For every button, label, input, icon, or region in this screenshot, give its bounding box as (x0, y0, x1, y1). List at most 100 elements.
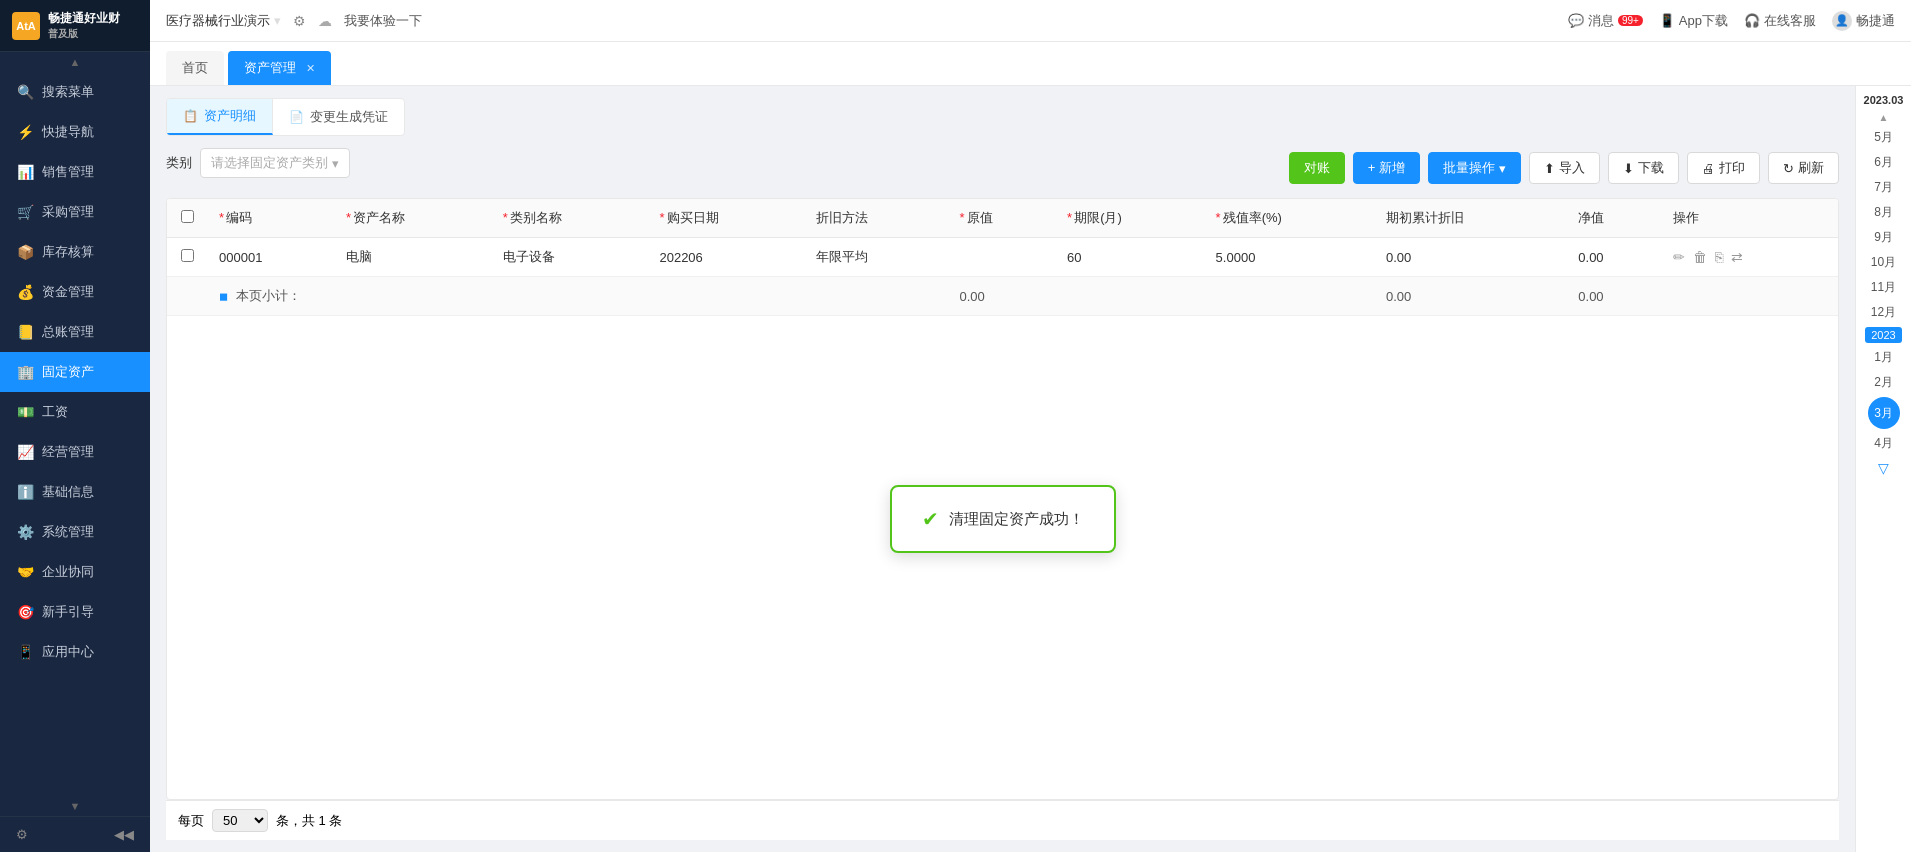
sidebar-item-search[interactable]: 🔍 搜索菜单 (0, 72, 150, 112)
reconcile-button[interactable]: 对账 (1289, 152, 1345, 184)
cal-month-11[interactable]: 11月 (1856, 275, 1911, 300)
table-row: 000001 电脑 电子设备 202206 年限平均 60 5.0000 0.0… (167, 238, 1838, 277)
cal-month-4[interactable]: 4月 (1856, 431, 1911, 456)
sidebar-header: AtA 畅捷通好业财 普及版 (0, 0, 150, 52)
basicinfo-icon: ℹ️ (16, 484, 34, 500)
subtotal-label: 本页小计： (236, 288, 301, 303)
salary-icon: 💵 (16, 404, 34, 420)
filter-dropdown-icon: ▾ (332, 156, 339, 171)
cell-original-value (947, 238, 1055, 277)
cal-month-3-active[interactable]: 3月 (1868, 397, 1900, 429)
sidebar-item-appcenter[interactable]: 📱 应用中心 (0, 632, 150, 672)
app-title: 畅捷通好业财 (48, 10, 120, 27)
cal-month-8[interactable]: 8月 (1856, 200, 1911, 225)
col-actions: 操作 (1661, 199, 1838, 238)
add-button[interactable]: + 新增 (1353, 152, 1420, 184)
sidebar-scroll-up[interactable]: ▲ (0, 52, 150, 72)
search-icon: 🔍 (16, 84, 34, 100)
toast-check-icon: ✔ (922, 507, 939, 531)
tab-close-icon[interactable]: ✕ (306, 62, 315, 74)
import-icon: ⬆ (1544, 161, 1555, 176)
cal-month-12[interactable]: 12月 (1856, 300, 1911, 325)
cal-month-9[interactable]: 9月 (1856, 225, 1911, 250)
cal-month-7[interactable]: 7月 (1856, 175, 1911, 200)
sidebar-item-ledger[interactable]: 📒 总账管理 (0, 312, 150, 352)
sidebar-item-inventory[interactable]: 📦 库存核算 (0, 232, 150, 272)
user-icon: 👤 (1832, 11, 1852, 31)
sidebar-bottom: ⚙ ◀◀ (0, 816, 150, 852)
calendar-up-arrow[interactable]: ▲ (1877, 110, 1891, 125)
row-checkbox[interactable] (181, 249, 194, 262)
delete-button[interactable]: 🗑 (1693, 249, 1707, 265)
print-icon: 🖨 (1702, 161, 1715, 176)
settings-icon[interactable]: ⚙ (16, 827, 28, 842)
sidebar-item-finance[interactable]: 💰 资金管理 (0, 272, 150, 312)
cell-name: 电脑 (334, 238, 491, 277)
cloud-icon: ☁ (318, 13, 332, 29)
system-icon: ⚙️ (16, 524, 34, 540)
tab-home[interactable]: 首页 (166, 51, 224, 85)
sidebar-item-salary[interactable]: 💵 工资 (0, 392, 150, 432)
sidebar-item-basicinfo[interactable]: ℹ️ 基础信息 (0, 472, 150, 512)
more-button[interactable]: ⇄ (1731, 249, 1743, 265)
cal-month-2[interactable]: 2月 (1856, 370, 1911, 395)
cal-month-6[interactable]: 6月 (1856, 150, 1911, 175)
experience-label[interactable]: 我要体验一下 (344, 12, 422, 30)
user-button[interactable]: 👤 畅捷通 (1832, 11, 1895, 31)
download-button[interactable]: ⬇ 下载 (1608, 152, 1679, 184)
sidebar-item-collab[interactable]: 🤝 企业协同 (0, 552, 150, 592)
sidebar-item-purchase[interactable]: 🛒 采购管理 (0, 192, 150, 232)
filter-category-select[interactable]: 请选择固定资产类别 ▾ (200, 148, 350, 178)
cell-category: 电子设备 (491, 238, 648, 277)
cell-code: 000001 (207, 238, 334, 277)
customer-service-button[interactable]: 🎧 在线客服 (1744, 12, 1816, 30)
cal-month-10[interactable]: 10月 (1856, 250, 1911, 275)
cell-residual-rate: 5.0000 (1204, 238, 1374, 277)
content-area: 📋 资产明细 📄 变更生成凭证 类别 请选择固定资产类别 ▾ (150, 86, 1911, 852)
messages-button[interactable]: 💬 消息 99+ (1568, 12, 1643, 30)
sub-tabs: 📋 资产明细 📄 变更生成凭证 (166, 98, 405, 136)
col-depreciation: 折旧方法 (804, 199, 947, 238)
select-all-checkbox[interactable] (181, 210, 194, 223)
success-toast: ✔ 清理固定资产成功！ (890, 485, 1116, 553)
edit-button[interactable]: ✏ (1673, 249, 1685, 265)
calendar-expand-icon[interactable]: ▽ (1874, 456, 1893, 480)
subtotal-row: ◼ 本页小计： 0.00 0.00 0.00 (167, 277, 1838, 316)
collapse-icon[interactable]: ◀◀ (114, 827, 134, 842)
copy-button[interactable]: ⎘ (1715, 249, 1723, 265)
sidebar-item-fixedassets[interactable]: 🏢 固定资产 (0, 352, 150, 392)
settings-gear-icon[interactable]: ⚙ (293, 13, 306, 29)
col-code: *编码 (207, 199, 334, 238)
sidebar-item-system[interactable]: ⚙️ 系统管理 (0, 512, 150, 552)
sidebar-item-guide[interactable]: 🎯 新手引导 (0, 592, 150, 632)
sidebar-item-quicknav[interactable]: ⚡ 快捷导航 (0, 112, 150, 152)
download-icon: 📱 (1659, 13, 1675, 28)
sidebar-scroll-down[interactable]: ▼ (0, 796, 150, 816)
col-period: *期限(月) (1055, 199, 1204, 238)
cell-actions: ✏ 🗑 ⎘ ⇄ (1661, 238, 1838, 277)
sidebar-item-operations[interactable]: 📈 经营管理 (0, 432, 150, 472)
messages-badge: 99+ (1618, 15, 1643, 26)
col-name: *资产名称 (334, 199, 491, 238)
import-button[interactable]: ⬆ 导入 (1529, 152, 1600, 184)
sidebar-item-sales[interactable]: 📊 销售管理 (0, 152, 150, 192)
tab-asset-management[interactable]: 资产管理 ✕ (228, 51, 331, 85)
app-download-button[interactable]: 📱 App下载 (1659, 12, 1728, 30)
cal-month-1[interactable]: 1月 (1856, 345, 1911, 370)
pagination-bar: 每页 50 10 20 100 条，共 1 条 (166, 800, 1839, 840)
print-button[interactable]: 🖨 打印 (1687, 152, 1760, 184)
quicknav-icon: ⚡ (16, 124, 34, 140)
guide-icon: 🎯 (16, 604, 34, 620)
sub-tab-voucher[interactable]: 📄 变更生成凭证 (273, 99, 404, 135)
cal-year-2023[interactable]: 2023 (1865, 327, 1901, 343)
batch-operations-button[interactable]: 批量操作 ▾ (1428, 152, 1521, 184)
cal-month-5[interactable]: 5月 (1856, 125, 1911, 150)
main-area: 医疗器械行业演示 ▾ ⚙ ☁ 我要体验一下 💬 消息 99+ 📱 App下载 🎧… (150, 0, 1911, 852)
refresh-button[interactable]: ↻ 刷新 (1768, 152, 1839, 184)
toolbar-right: 对账 + 新增 批量操作 ▾ ⬆ 导入 ⬇ 下载 (1289, 152, 1839, 184)
per-page-select[interactable]: 50 10 20 100 (212, 809, 268, 832)
sub-tab-asset-detail[interactable]: 📋 资产明细 (167, 99, 273, 135)
col-purchase-date: *购买日期 (647, 199, 804, 238)
logo-icon: AtA (12, 12, 40, 40)
fixedassets-icon: 🏢 (16, 364, 34, 380)
